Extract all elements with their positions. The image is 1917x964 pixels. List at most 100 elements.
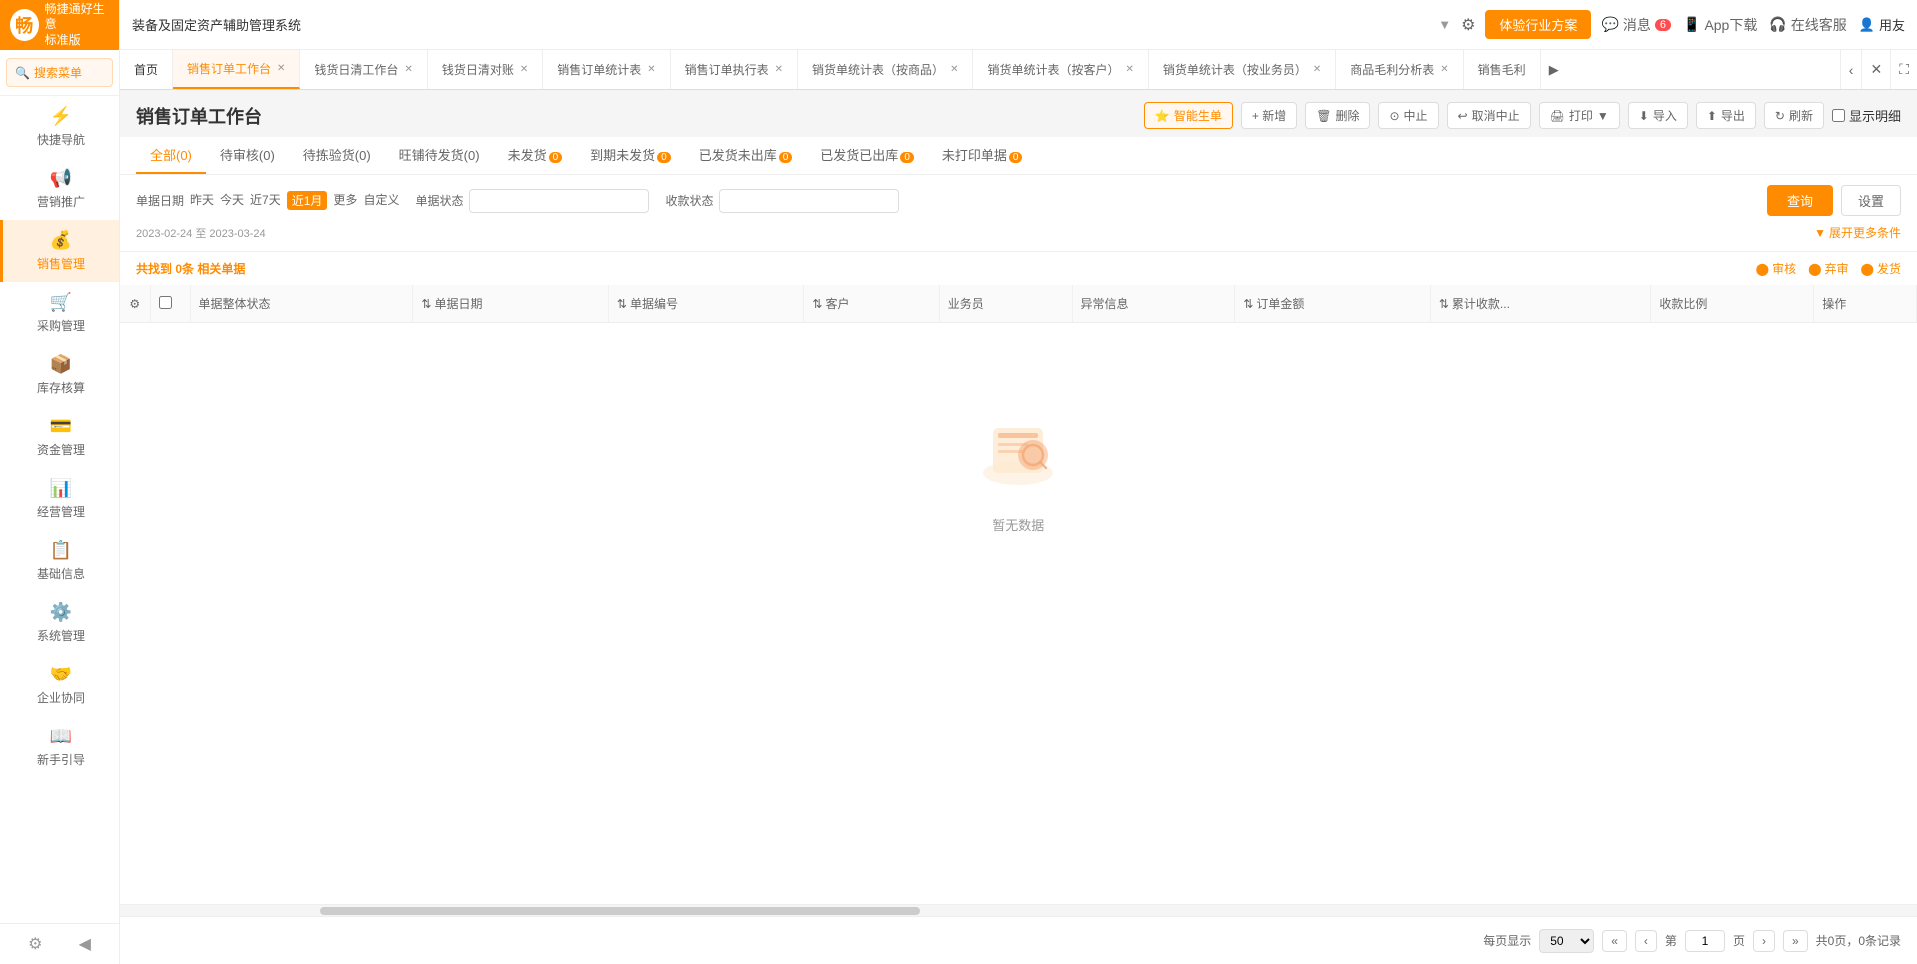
th-date[interactable]: ⇅ 单据日期 [413,285,609,323]
next-page-button[interactable]: › [1753,930,1775,952]
table-info: 共找到 0条 相关单据 [136,260,245,277]
horizontal-scrollbar[interactable] [120,904,1917,916]
th-settings[interactable]: ⚙ [120,285,150,323]
tab-sales-stats[interactable]: 销售订单统计表 ✕ [543,50,670,89]
subtab-unprinted[interactable]: 未打印单据0 [928,137,1037,174]
date-link-today[interactable]: 今天 [220,191,244,210]
payment-select[interactable] [719,189,899,213]
sidebar-item-purchase[interactable]: 🛒 采购管理 [0,282,119,344]
tab-sales-by-product[interactable]: 销货单统计表（按商品） ✕ [798,50,973,89]
cancel-stop-button[interactable]: ↩ 取消中止 [1447,102,1531,129]
topbar-settings-icon[interactable]: ⚙ [1461,15,1475,35]
sidebar-item-cooperation[interactable]: 🤝 企业协同 [0,654,119,716]
import-button[interactable]: ⬇ 导入 [1628,102,1688,129]
date-link-custom[interactable]: 自定义 [363,191,399,210]
tab-ctrl-prev[interactable]: ‹ [1840,50,1862,89]
tab-close-cash-reconcile[interactable]: ✕ [520,64,528,75]
refresh-button[interactable]: ↻ 刷新 [1764,102,1824,129]
sidebar-item-finance[interactable]: 💳 资金管理 [0,406,119,468]
sidebar-item-business[interactable]: 📊 经营管理 [0,468,119,530]
inventory-icon: 📦 [50,354,72,375]
batch-ship-button[interactable]: ⬤ 发货 [1861,260,1901,277]
tab-close-sales-stats[interactable]: ✕ [647,64,655,75]
stop-button[interactable]: ⊙ 中止 [1378,102,1438,129]
topbar-chevron-icon[interactable]: ▼ [1438,17,1451,32]
sidebar-item-guide[interactable]: 📖 新手引导 [0,716,119,778]
sidebar-item-inventory[interactable]: 📦 库存核算 [0,344,119,406]
tab-cash-daily[interactable]: 钱货日清工作台 ✕ [300,50,427,89]
tab-sales-by-customer[interactable]: 销货单统计表（按客户） ✕ [973,50,1148,89]
tab-close-sales-by-customer[interactable]: ✕ [1125,64,1133,75]
tab-close-cash-daily[interactable]: ✕ [404,64,412,75]
query-button[interactable]: 查询 [1767,185,1833,216]
batch-uncheck-button[interactable]: ⬤ 弃审 [1808,260,1848,277]
sidebar-item-sales[interactable]: 💰 销售管理 [0,220,119,282]
scroll-thumb[interactable] [320,907,920,915]
date-link-more[interactable]: 更多 [333,191,357,210]
tab-sales-workbench[interactable]: 销售订单工作台 ✕ [173,50,300,89]
user-menu-button[interactable]: 👤 用友 [1859,15,1905,34]
filter-settings-button[interactable]: 设置 [1841,185,1901,216]
th-number[interactable]: ⇅ 单据编号 [608,285,804,323]
subtab-unshipped[interactable]: 未发货0 [494,137,577,174]
subtab-shipped-out[interactable]: 已发货已出库0 [806,137,928,174]
tab-more-button[interactable]: ▶ [1541,50,1567,89]
last-page-button[interactable]: » [1783,930,1808,952]
subtab-wangpu[interactable]: 旺铺待发货(0) [385,137,494,174]
tab-close-sales-workbench[interactable]: ✕ [277,63,285,74]
th-checkbox[interactable] [150,285,190,323]
date-link-yesterday[interactable]: 昨天 [190,191,214,210]
first-page-button[interactable]: « [1602,930,1627,952]
settings-bottom-icon[interactable]: ⚙ [28,934,42,954]
print-button[interactable]: 🖨 打印 ▼ [1539,102,1620,129]
online-service-button[interactable]: 🎧 在线客服 [1769,15,1846,35]
sidebar-item-base-info[interactable]: 📋 基础信息 [0,530,119,592]
page-number-input[interactable] [1685,930,1725,952]
date-link-7days[interactable]: 近7天 [250,191,281,210]
status-select[interactable] [469,189,649,213]
page-size-select[interactable]: 50 10 20 100 [1539,929,1594,953]
th-customer[interactable]: ⇅ 客户 [804,285,939,323]
search-menu-button[interactable]: 🔍 搜索菜单 [6,58,113,87]
prev-page-button[interactable]: ‹ [1635,930,1657,952]
orders-table: ⚙ 单据整体状态 ⇅ 单据日 [120,285,1917,614]
date-link-1month[interactable]: 近1月 [287,191,328,210]
collapse-sidebar-button[interactable]: ◀ [79,934,91,954]
tab-close-sales-by-product[interactable]: ✕ [950,64,958,75]
tab-cash-reconcile[interactable]: 钱货日清对账 ✕ [428,50,543,89]
select-all-checkbox[interactable] [159,296,172,309]
add-button[interactable]: + 新增 [1241,102,1297,129]
subtab-overdue-unshipped[interactable]: 到期未发货0 [576,137,685,174]
batch-review-button[interactable]: ⬤ 审核 [1756,260,1796,277]
business-icon: 📊 [50,478,72,499]
tab-sales-exec[interactable]: 销售订单执行表 ✕ [671,50,798,89]
tab-maximize-button[interactable]: ⛶ [1890,50,1917,89]
smart-create-button[interactable]: ⭐ 智能生单 [1144,102,1233,129]
delete-button[interactable]: 🗑 删除 [1305,102,1370,129]
tab-close-sales-by-staff[interactable]: ✕ [1313,64,1321,75]
subtab-all[interactable]: 全部(0) [136,137,206,174]
subtab-pending-inspect[interactable]: 待拣验货(0) [289,137,385,174]
subtab-shipped-not-out[interactable]: 已发货未出库0 [685,137,807,174]
tab-sales-profit[interactable]: 销售毛利 [1464,50,1541,89]
message-button[interactable]: 💬 消息 6 [1601,15,1671,35]
sidebar-item-system[interactable]: ⚙️ 系统管理 [0,592,119,654]
tab-close-all-button[interactable]: ✕ [1861,50,1890,89]
app-download-button[interactable]: 📱 App下载 [1683,15,1757,35]
th-collected[interactable]: ⇅ 累计收款... [1430,285,1651,323]
trial-button[interactable]: 体验行业方案 [1485,10,1591,39]
expand-filter-button[interactable]: ▼ 展开更多条件 [1814,224,1901,241]
tab-close-sales-exec[interactable]: ✕ [775,64,783,75]
sidebar-item-marketing[interactable]: 📢 营销推广 [0,158,119,220]
subtab-pending-review[interactable]: 待审核(0) [206,137,289,174]
show-detail-checkbox[interactable]: 显示明细 [1832,106,1901,125]
tab-home[interactable]: 首页 [120,50,173,89]
tab-close-goods-margin[interactable]: ✕ [1440,64,1448,75]
export-button[interactable]: ⬆ 导出 [1696,102,1756,129]
sidebar-item-quick-nav[interactable]: ⚡ 快捷导航 [0,96,119,158]
unprinted-badge: 0 [1009,152,1023,163]
column-settings-icon[interactable]: ⚙ [129,297,140,311]
tab-goods-margin[interactable]: 商品毛利分析表 ✕ [1336,50,1463,89]
th-amount[interactable]: ⇅ 订单金额 [1235,285,1431,323]
tab-sales-by-staff[interactable]: 销货单统计表（按业务员） ✕ [1149,50,1336,89]
